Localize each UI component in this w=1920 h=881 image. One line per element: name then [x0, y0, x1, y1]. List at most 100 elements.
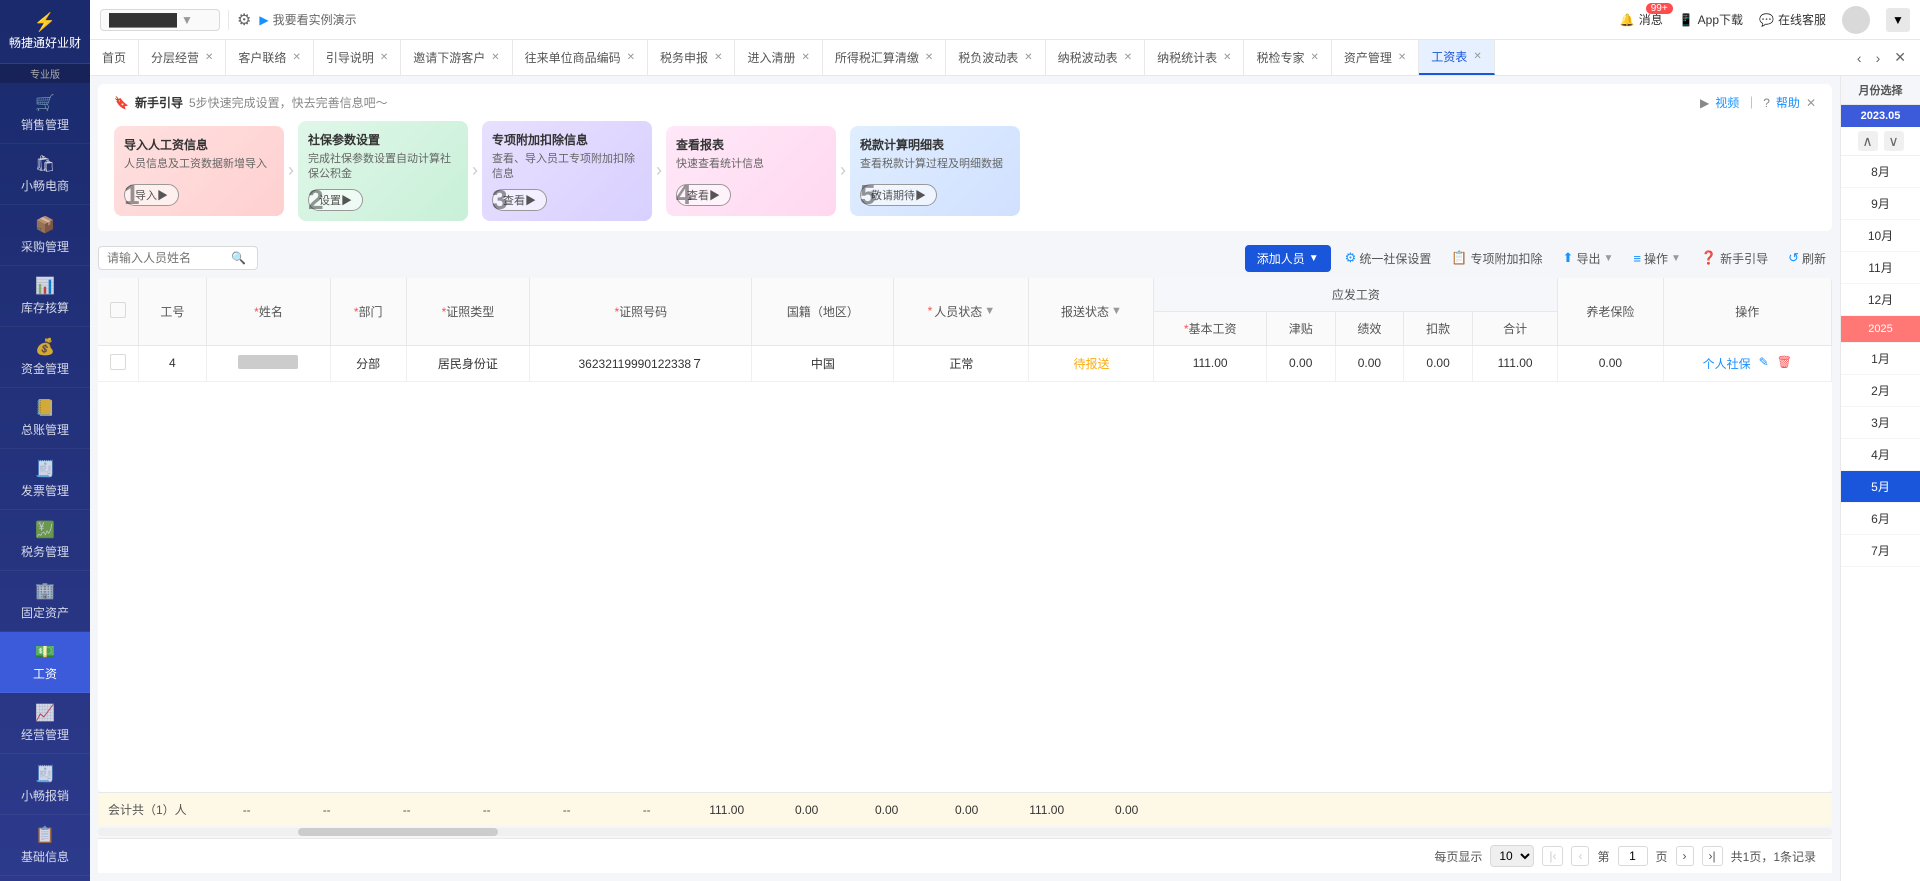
- search-icon[interactable]: 🔍: [231, 251, 246, 265]
- next-page-button[interactable]: ›: [1676, 846, 1694, 866]
- sidebar-item-ecommerce[interactable]: 🛍 小畅电商: [0, 144, 90, 205]
- page-size-select[interactable]: 10 20 50: [1490, 845, 1534, 867]
- summary-id-type: --: [367, 803, 447, 817]
- close-icon[interactable]: ✕: [380, 52, 388, 63]
- tab-guide[interactable]: 引导说明 ✕: [314, 40, 401, 75]
- sidebar-label-inventory: 库存核算: [21, 301, 69, 315]
- tab-close-all-button[interactable]: ✕: [1888, 49, 1912, 66]
- tab-tax-wave-label: 纳税波动表: [1058, 49, 1118, 66]
- close-icon[interactable]: ✕: [801, 52, 809, 63]
- tab-tax-expert[interactable]: 税检专家 ✕: [1244, 40, 1331, 75]
- newbie-guide-button[interactable]: ❓ 新手引导: [1695, 246, 1774, 271]
- add-person-button[interactable]: 添加人员 ▼: [1245, 245, 1331, 272]
- status-filter-icon[interactable]: ▼: [984, 305, 995, 317]
- video-link[interactable]: 视频: [1715, 94, 1739, 111]
- month-item-7[interactable]: 7月: [1841, 535, 1920, 567]
- close-icon[interactable]: ✕: [1124, 52, 1132, 63]
- tab-product-code[interactable]: 往来单位商品编码 ✕: [513, 40, 648, 75]
- tab-customer[interactable]: 客户联络 ✕: [226, 40, 313, 75]
- tab-layered-ops[interactable]: 分层经营 ✕: [139, 40, 226, 75]
- close-icon[interactable]: ✕: [714, 52, 722, 63]
- month-prev-button[interactable]: ∧: [1858, 131, 1878, 151]
- app-download-button[interactable]: 📱 App下载: [1679, 11, 1743, 28]
- special-deduction-button[interactable]: 📋 专项附加扣除: [1445, 246, 1548, 271]
- gear-icon[interactable]: ⚙: [237, 10, 251, 30]
- close-guide-button[interactable]: ✕: [1806, 96, 1816, 110]
- close-icon[interactable]: ✕: [1024, 52, 1032, 63]
- horizontal-scrollbar[interactable]: [98, 828, 1832, 836]
- demo-button[interactable]: ▶ 我要看实例演示: [259, 11, 356, 28]
- month-item-11[interactable]: 11月: [1841, 252, 1920, 284]
- month-item-3[interactable]: 3月: [1841, 407, 1920, 439]
- sidebar-item-inventory[interactable]: 📊 库存核算: [0, 266, 90, 327]
- company-selector[interactable]: ████████ ▼: [100, 9, 220, 31]
- report-filter-icon[interactable]: ▼: [1111, 305, 1122, 317]
- month-item-12[interactable]: 12月: [1841, 284, 1920, 316]
- tab-prev-button[interactable]: ‹: [1851, 50, 1868, 66]
- close-icon[interactable]: ✕: [627, 52, 635, 63]
- sidebar-item-fixed-assets[interactable]: 🏢 固定资产: [0, 571, 90, 632]
- row-checkbox[interactable]: [110, 354, 126, 370]
- scroll-thumb[interactable]: [298, 828, 498, 836]
- close-icon[interactable]: ✕: [292, 52, 300, 63]
- last-page-button[interactable]: ›|: [1702, 846, 1723, 866]
- refresh-button[interactable]: ↺ 刷新: [1782, 246, 1832, 271]
- tab-tax-burden[interactable]: 税负波动表 ✕: [946, 40, 1045, 75]
- prev-page-button[interactable]: ‹: [1571, 846, 1589, 866]
- operations-button[interactable]: ≡ 操作 ▼: [1627, 246, 1687, 271]
- tab-tax-declare-label: 税务申报: [660, 49, 708, 66]
- sidebar-item-purchase[interactable]: 📦 采购管理: [0, 205, 90, 266]
- tab-asset-mgmt[interactable]: 资产管理 ✕: [1332, 40, 1419, 75]
- close-icon[interactable]: ✕: [205, 52, 213, 63]
- export-button[interactable]: ⬆ 导出 ▼: [1557, 246, 1620, 271]
- online-service-button[interactable]: 💬 在线客服: [1759, 11, 1826, 28]
- close-icon[interactable]: ✕: [1473, 51, 1481, 62]
- user-menu-button[interactable]: ▼: [1886, 8, 1910, 32]
- close-icon[interactable]: ✕: [1311, 52, 1319, 63]
- month-item-2[interactable]: 2月: [1841, 375, 1920, 407]
- month-item-5[interactable]: 5月: [1841, 471, 1920, 503]
- select-all-checkbox[interactable]: [110, 302, 126, 318]
- personal-social-security-link[interactable]: 个人社保: [1703, 355, 1751, 372]
- month-item-6[interactable]: 6月: [1841, 503, 1920, 535]
- sidebar-item-basic[interactable]: 📋 基础信息: [0, 815, 90, 876]
- month-item-4[interactable]: 4月: [1841, 439, 1920, 471]
- tab-tax-declare[interactable]: 税务申报 ✕: [648, 40, 735, 75]
- sidebar-item-invoice[interactable]: 🧾 发票管理: [0, 449, 90, 510]
- sidebar: ⚡ 畅捷通好业财 专业版 🛒 销售管理 🛍 小畅电商 📦 采购管理 📊 库存核算…: [0, 0, 90, 881]
- sidebar-item-sales[interactable]: 🛒 销售管理: [0, 83, 90, 144]
- month-next-button[interactable]: ∨: [1884, 131, 1904, 151]
- sidebar-item-operations[interactable]: 📈 经营管理: [0, 693, 90, 754]
- tab-tax-wave[interactable]: 纳税波动表 ✕: [1046, 40, 1145, 75]
- close-icon[interactable]: ✕: [925, 52, 933, 63]
- month-item-9[interactable]: 9月: [1841, 188, 1920, 220]
- close-icon[interactable]: ✕: [491, 52, 499, 63]
- tab-next-button[interactable]: ›: [1870, 50, 1887, 66]
- tab-tax-stats[interactable]: 纳税统计表 ✕: [1145, 40, 1244, 75]
- month-item-10[interactable]: 10月: [1841, 220, 1920, 252]
- first-page-button[interactable]: |‹: [1542, 846, 1563, 866]
- tab-income-tax[interactable]: 所得税汇算清缴 ✕: [823, 40, 946, 75]
- tab-invite[interactable]: 邀请下游客户 ✕: [401, 40, 512, 75]
- tab-payroll[interactable]: 工资表 ✕: [1419, 40, 1494, 75]
- close-icon[interactable]: ✕: [1398, 52, 1406, 63]
- edit-link[interactable]: ✎: [1759, 355, 1769, 372]
- sidebar-item-ledger[interactable]: 📒 总账管理: [0, 388, 90, 449]
- month-item-8[interactable]: 8月: [1841, 156, 1920, 188]
- sidebar-item-payroll[interactable]: 💵 工资: [0, 632, 90, 693]
- unified-social-security-button[interactable]: ⚙ 统一社保设置: [1339, 246, 1438, 271]
- message-button[interactable]: 🔔 消息 99+: [1620, 11, 1663, 28]
- help-link[interactable]: 帮助: [1776, 94, 1800, 111]
- sidebar-item-tax[interactable]: 💹 税务管理: [0, 510, 90, 571]
- close-icon[interactable]: ✕: [1223, 52, 1231, 63]
- sidebar-item-finance[interactable]: 💰 资金管理: [0, 327, 90, 388]
- delete-link[interactable]: 🗑: [1777, 355, 1792, 372]
- search-input[interactable]: [107, 251, 227, 265]
- sidebar-item-xiaochang-sales[interactable]: 🧾 小畅报销: [0, 754, 90, 815]
- tab-home[interactable]: 首页: [90, 40, 139, 75]
- tab-clearance[interactable]: 进入清册 ✕: [735, 40, 822, 75]
- sidebar-item-system[interactable]: ⚙ 系统管理: [0, 876, 90, 881]
- page-number-input[interactable]: [1618, 846, 1648, 866]
- avatar[interactable]: [1842, 6, 1870, 34]
- month-item-1[interactable]: 1月: [1841, 343, 1920, 375]
